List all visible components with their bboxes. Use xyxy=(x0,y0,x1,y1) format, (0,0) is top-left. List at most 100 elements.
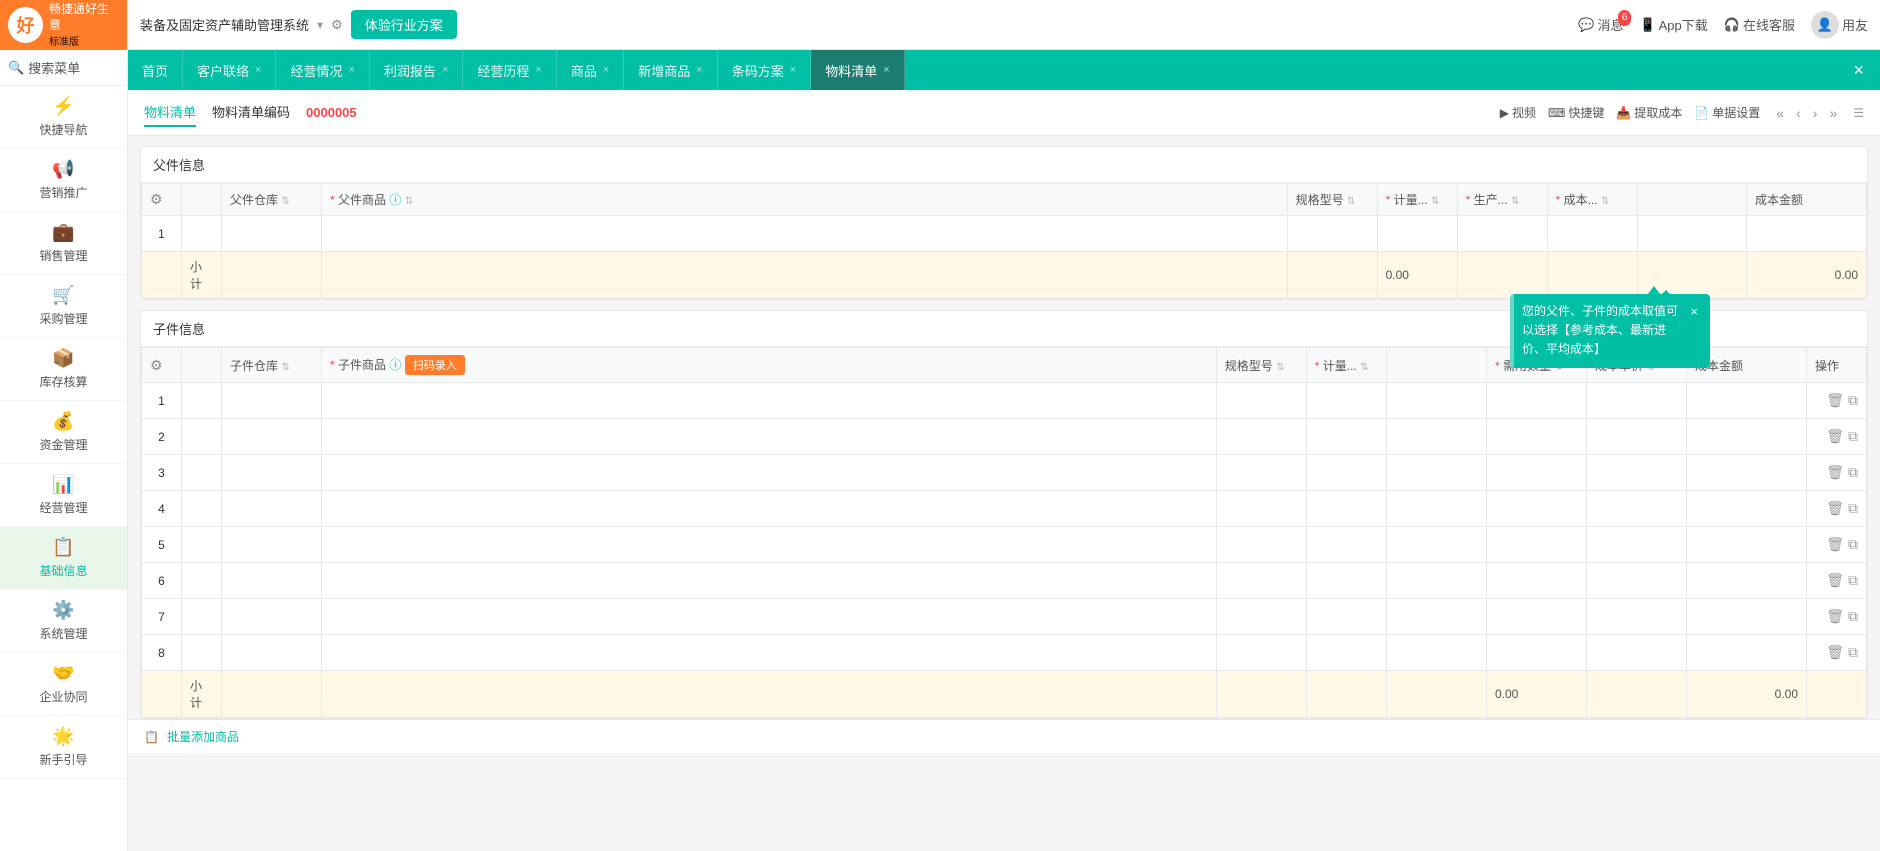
parent-row-1-unit[interactable] xyxy=(1377,216,1457,252)
sidebar-item-basic-info[interactable]: 📋 基础信息 xyxy=(0,527,127,590)
tooltip-close-btn[interactable]: × xyxy=(1690,302,1698,323)
child-row-6-product[interactable] xyxy=(322,563,1217,599)
parent-product-sort-icon[interactable]: ⇅ xyxy=(405,196,413,207)
child-row-2-qty[interactable] xyxy=(1487,419,1587,455)
tab-operations-close[interactable]: × xyxy=(348,64,354,76)
menu-icon[interactable]: ☰ xyxy=(1853,106,1864,120)
parent-row-1-cost[interactable] xyxy=(1547,216,1637,252)
child-unit-sort-icon[interactable]: ⇅ xyxy=(1360,362,1368,373)
page-tab-bom[interactable]: 物料清单 xyxy=(144,98,196,127)
online-service-link[interactable]: 🎧 在线客服 xyxy=(1724,15,1795,34)
parent-unit-sort-icon[interactable]: ⇅ xyxy=(1431,196,1439,207)
child-row-1-product[interactable] xyxy=(322,383,1217,419)
parent-row-1-product[interactable] xyxy=(322,216,1288,252)
child-row-2-warehouse[interactable] xyxy=(222,419,322,455)
tab-products[interactable]: 商品 × xyxy=(557,50,624,90)
child-row-8-unit[interactable] xyxy=(1306,635,1386,671)
child-row-5-product[interactable] xyxy=(322,527,1217,563)
child-row-8-unit-cost[interactable] xyxy=(1587,635,1687,671)
nav-first-btn[interactable]: « xyxy=(1772,103,1788,123)
child-row-7-unit-cost[interactable] xyxy=(1587,599,1687,635)
child-row-8-warehouse[interactable] xyxy=(222,635,322,671)
sidebar-item-inventory[interactable]: 📦 库存核算 xyxy=(0,338,127,401)
child-row-6-delete-icon[interactable]: 🗑 xyxy=(1826,572,1844,589)
trial-btn[interactable]: 体验行业方案 xyxy=(351,10,457,39)
child-gear-icon[interactable]: ⚙ xyxy=(150,357,163,373)
child-row-7-warehouse[interactable] xyxy=(222,599,322,635)
child-row-7-qty[interactable] xyxy=(1487,599,1587,635)
nav-close-all-btn[interactable]: × xyxy=(1845,60,1872,81)
child-row-4-product[interactable] xyxy=(322,491,1217,527)
single-setting-link[interactable]: 📄 单据设置 xyxy=(1694,104,1760,121)
nav-last-btn[interactable]: » xyxy=(1825,103,1841,123)
parent-product-info-icon[interactable]: ⓘ xyxy=(389,193,401,207)
sidebar-item-system[interactable]: ⚙️ 系统管理 xyxy=(0,590,127,653)
parent-row-1-spec[interactable] xyxy=(1287,216,1377,252)
child-row-5-copy-icon[interactable]: ⧉ xyxy=(1848,536,1858,553)
tab-history-close[interactable]: × xyxy=(535,64,541,76)
tab-customer[interactable]: 客户联络 × xyxy=(183,50,276,90)
child-row-7-copy-icon[interactable]: ⧉ xyxy=(1848,608,1858,625)
tab-operations[interactable]: 经营情况 × xyxy=(276,50,369,90)
sidebar-item-enterprise[interactable]: 🤝 企业协同 xyxy=(0,653,127,716)
child-row-4-unit-cost[interactable] xyxy=(1587,491,1687,527)
child-row-2-unit[interactable] xyxy=(1306,419,1386,455)
parent-cost-sort-icon[interactable]: ⇅ xyxy=(1601,196,1609,207)
child-row-1-unit-cost[interactable] xyxy=(1587,383,1687,419)
child-row-6-spec[interactable] xyxy=(1216,563,1306,599)
child-row-5-qty[interactable] xyxy=(1487,527,1587,563)
child-row-7-delete-icon[interactable]: 🗑 xyxy=(1826,608,1844,625)
child-row-7-unit[interactable] xyxy=(1306,599,1386,635)
video-link[interactable]: ▶ 视频 xyxy=(1500,104,1536,121)
child-warehouse-sort-icon[interactable]: ⇅ xyxy=(281,362,289,373)
child-row-5-unit-cost[interactable] xyxy=(1587,527,1687,563)
child-row-1-warehouse[interactable] xyxy=(222,383,322,419)
child-row-2-copy-icon[interactable]: ⧉ xyxy=(1848,428,1858,445)
child-row-1-delete-icon[interactable]: 🗑 xyxy=(1826,392,1844,409)
child-row-3-warehouse[interactable] xyxy=(222,455,322,491)
child-row-6-warehouse[interactable] xyxy=(222,563,322,599)
child-row-3-unit[interactable] xyxy=(1306,455,1386,491)
message-link[interactable]: 💬 消息 6 xyxy=(1578,15,1623,34)
tab-bom-close[interactable]: × xyxy=(883,64,889,76)
settings-icon[interactable]: ⚙ xyxy=(331,17,343,33)
parent-spec-sort-icon[interactable]: ⇅ xyxy=(1347,196,1355,207)
sidebar-item-finance[interactable]: 💰 资金管理 xyxy=(0,401,127,464)
search-menu[interactable]: 🔍 搜索菜单 xyxy=(0,50,127,86)
child-row-2-spec[interactable] xyxy=(1216,419,1306,455)
child-th-settings[interactable]: ⚙ xyxy=(142,348,182,383)
extract-cost-link[interactable]: 📥 提取成本 xyxy=(1616,104,1682,121)
child-row-5-delete-icon[interactable]: 🗑 xyxy=(1826,536,1844,553)
child-row-6-unit-cost[interactable] xyxy=(1587,563,1687,599)
child-row-8-spec[interactable] xyxy=(1216,635,1306,671)
child-row-4-copy-icon[interactable]: ⧉ xyxy=(1848,500,1858,517)
child-row-7-spec[interactable] xyxy=(1216,599,1306,635)
child-row-5-unit[interactable] xyxy=(1306,527,1386,563)
child-row-4-warehouse[interactable] xyxy=(222,491,322,527)
child-row-1-unit[interactable] xyxy=(1306,383,1386,419)
app-download-link[interactable]: 📱 App下载 xyxy=(1639,15,1707,34)
child-row-4-qty[interactable] xyxy=(1487,491,1587,527)
child-row-3-spec[interactable] xyxy=(1216,455,1306,491)
child-row-5-warehouse[interactable] xyxy=(222,527,322,563)
child-row-5-spec[interactable] xyxy=(1216,527,1306,563)
child-row-1-spec[interactable] xyxy=(1216,383,1306,419)
dropdown-arrow-icon[interactable]: ▾ xyxy=(317,18,323,32)
child-row-3-copy-icon[interactable]: ⧉ xyxy=(1848,464,1858,481)
child-row-4-unit[interactable] xyxy=(1306,491,1386,527)
parent-th-settings[interactable]: ⚙ xyxy=(142,184,182,216)
child-row-3-product[interactable] xyxy=(322,455,1217,491)
tab-history[interactable]: 经营历程 × xyxy=(463,50,556,90)
tab-new-product-close[interactable]: × xyxy=(696,64,702,76)
parent-gear-icon[interactable]: ⚙ xyxy=(150,191,163,207)
nav-prev-btn[interactable]: ‹ xyxy=(1792,103,1805,123)
child-row-3-qty[interactable] xyxy=(1487,455,1587,491)
page-tab-code[interactable]: 物料清单编码 xyxy=(212,98,290,127)
shortcut-link[interactable]: ⌨ 快捷键 xyxy=(1548,104,1604,121)
child-row-7-product[interactable] xyxy=(322,599,1217,635)
child-row-8-delete-icon[interactable]: 🗑 xyxy=(1826,644,1844,661)
tab-new-product[interactable]: 新增商品 × xyxy=(624,50,717,90)
sidebar-item-purchase[interactable]: 🛒 采购管理 xyxy=(0,275,127,338)
child-spec-sort-icon[interactable]: ⇅ xyxy=(1276,362,1284,373)
user-link[interactable]: 👤 用友 xyxy=(1811,11,1868,39)
